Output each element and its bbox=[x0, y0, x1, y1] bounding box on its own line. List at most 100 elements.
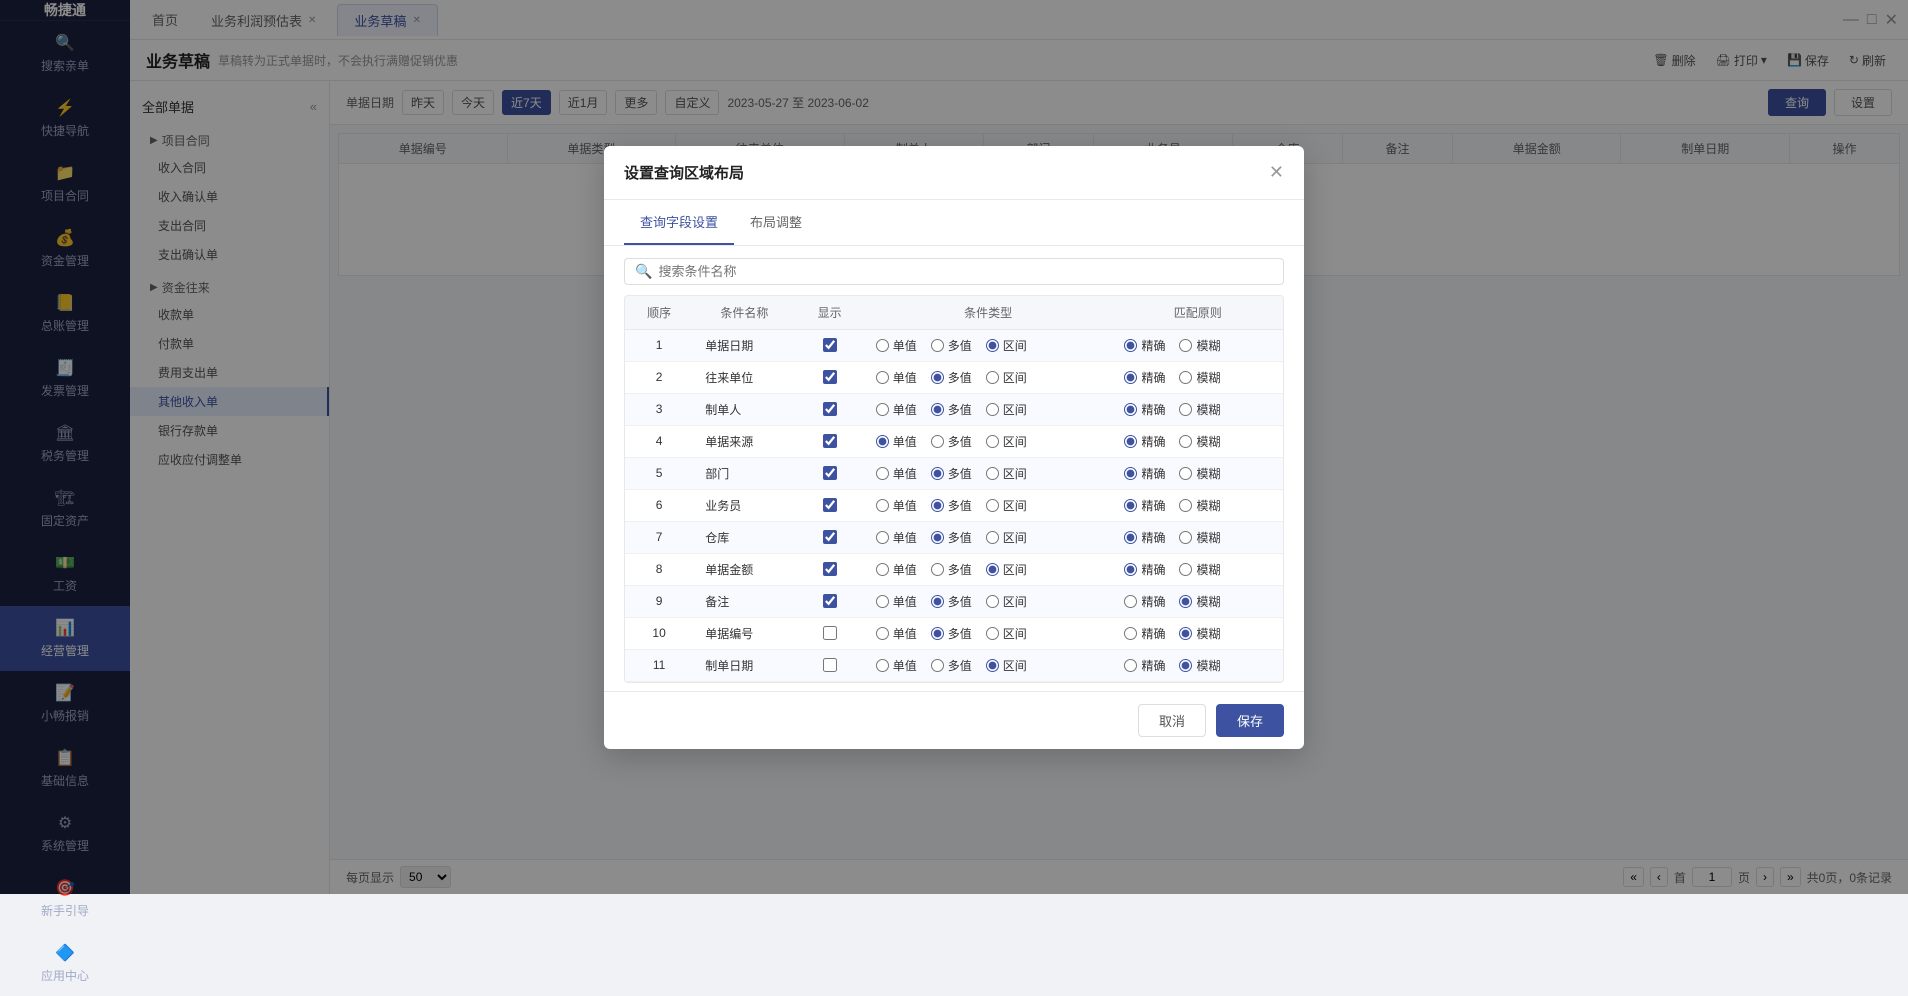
type-single-label-1[interactable]: 单值 bbox=[876, 337, 917, 354]
match-exact-radio-3[interactable] bbox=[1124, 403, 1137, 416]
match-exact-radio-6[interactable] bbox=[1124, 499, 1137, 512]
match-fuzzy-label-2[interactable]: 模糊 bbox=[1179, 369, 1220, 386]
type-single-radio-9[interactable] bbox=[876, 595, 889, 608]
type-range-radio-8[interactable] bbox=[986, 563, 999, 576]
match-exact-radio-7[interactable] bbox=[1124, 531, 1137, 544]
match-exact-radio-4[interactable] bbox=[1124, 435, 1137, 448]
type-single-radio-4[interactable] bbox=[876, 435, 889, 448]
match-fuzzy-label-10[interactable]: 模糊 bbox=[1179, 625, 1220, 642]
type-range-radio-6[interactable] bbox=[986, 499, 999, 512]
type-range-radio-9[interactable] bbox=[986, 595, 999, 608]
type-range-radio-10[interactable] bbox=[986, 627, 999, 640]
match-exact-label-8[interactable]: 精确 bbox=[1124, 561, 1165, 578]
type-range-label-8[interactable]: 区间 bbox=[986, 561, 1027, 578]
type-multi-label-1[interactable]: 多值 bbox=[931, 337, 972, 354]
type-multi-radio-9[interactable] bbox=[931, 595, 944, 608]
type-range-label-3[interactable]: 区间 bbox=[986, 401, 1027, 418]
sidebar-item-app[interactable]: 🔷 应用中心 bbox=[0, 931, 130, 996]
match-fuzzy-radio-2[interactable] bbox=[1179, 371, 1192, 384]
type-range-label-5[interactable]: 区间 bbox=[986, 465, 1027, 482]
type-single-radio-2[interactable] bbox=[876, 371, 889, 384]
match-fuzzy-label-8[interactable]: 模糊 bbox=[1179, 561, 1220, 578]
type-multi-label-8[interactable]: 多值 bbox=[931, 561, 972, 578]
type-range-label-6[interactable]: 区间 bbox=[986, 497, 1027, 514]
match-fuzzy-radio-6[interactable] bbox=[1179, 499, 1192, 512]
match-fuzzy-radio-5[interactable] bbox=[1179, 467, 1192, 480]
type-single-radio-10[interactable] bbox=[876, 627, 889, 640]
cancel-button[interactable]: 取消 bbox=[1138, 704, 1206, 737]
show-checkbox-9[interactable] bbox=[823, 594, 837, 608]
match-exact-radio-2[interactable] bbox=[1124, 371, 1137, 384]
match-fuzzy-label-1[interactable]: 模糊 bbox=[1179, 337, 1220, 354]
type-multi-label-4[interactable]: 多值 bbox=[931, 433, 972, 450]
match-exact-radio-8[interactable] bbox=[1124, 563, 1137, 576]
type-multi-radio-10[interactable] bbox=[931, 627, 944, 640]
show-checkbox-10[interactable] bbox=[823, 626, 837, 640]
match-exact-label-5[interactable]: 精确 bbox=[1124, 465, 1165, 482]
type-multi-label-7[interactable]: 多值 bbox=[931, 529, 972, 546]
type-multi-label-9[interactable]: 多值 bbox=[931, 593, 972, 610]
type-multi-radio-1[interactable] bbox=[931, 339, 944, 352]
show-checkbox-4[interactable] bbox=[823, 434, 837, 448]
match-fuzzy-radio-4[interactable] bbox=[1179, 435, 1192, 448]
type-multi-radio-6[interactable] bbox=[931, 499, 944, 512]
type-single-radio-8[interactable] bbox=[876, 563, 889, 576]
type-single-label-5[interactable]: 单值 bbox=[876, 465, 917, 482]
match-exact-radio-11[interactable] bbox=[1124, 659, 1137, 672]
type-single-radio-3[interactable] bbox=[876, 403, 889, 416]
type-multi-label-3[interactable]: 多值 bbox=[931, 401, 972, 418]
match-exact-radio-9[interactable] bbox=[1124, 595, 1137, 608]
type-single-label-8[interactable]: 单值 bbox=[876, 561, 917, 578]
match-exact-label-2[interactable]: 精确 bbox=[1124, 369, 1165, 386]
dialog-save-button[interactable]: 保存 bbox=[1216, 704, 1284, 737]
type-single-radio-5[interactable] bbox=[876, 467, 889, 480]
match-exact-radio-10[interactable] bbox=[1124, 627, 1137, 640]
match-fuzzy-radio-10[interactable] bbox=[1179, 627, 1192, 640]
type-multi-label-5[interactable]: 多值 bbox=[931, 465, 972, 482]
type-range-radio-5[interactable] bbox=[986, 467, 999, 480]
type-range-label-2[interactable]: 区间 bbox=[986, 369, 1027, 386]
type-single-label-6[interactable]: 单值 bbox=[876, 497, 917, 514]
type-single-radio-1[interactable] bbox=[876, 339, 889, 352]
type-single-label-3[interactable]: 单值 bbox=[876, 401, 917, 418]
match-exact-label-7[interactable]: 精确 bbox=[1124, 529, 1165, 546]
match-fuzzy-label-7[interactable]: 模糊 bbox=[1179, 529, 1220, 546]
type-range-label-9[interactable]: 区间 bbox=[986, 593, 1027, 610]
match-fuzzy-radio-9[interactable] bbox=[1179, 595, 1192, 608]
type-single-radio-6[interactable] bbox=[876, 499, 889, 512]
type-single-radio-7[interactable] bbox=[876, 531, 889, 544]
type-range-radio-2[interactable] bbox=[986, 371, 999, 384]
match-fuzzy-radio-11[interactable] bbox=[1179, 659, 1192, 672]
show-checkbox-1[interactable] bbox=[823, 338, 837, 352]
match-fuzzy-label-5[interactable]: 模糊 bbox=[1179, 465, 1220, 482]
match-fuzzy-label-4[interactable]: 模糊 bbox=[1179, 433, 1220, 450]
type-multi-label-6[interactable]: 多值 bbox=[931, 497, 972, 514]
type-multi-radio-11[interactable] bbox=[931, 659, 944, 672]
type-single-label-10[interactable]: 单值 bbox=[876, 625, 917, 642]
type-range-radio-4[interactable] bbox=[986, 435, 999, 448]
match-exact-label-1[interactable]: 精确 bbox=[1124, 337, 1165, 354]
match-fuzzy-radio-1[interactable] bbox=[1179, 339, 1192, 352]
match-exact-radio-5[interactable] bbox=[1124, 467, 1137, 480]
type-single-label-2[interactable]: 单值 bbox=[876, 369, 917, 386]
type-range-label-7[interactable]: 区间 bbox=[986, 529, 1027, 546]
match-exact-label-11[interactable]: 精确 bbox=[1124, 657, 1165, 674]
dialog-search-input[interactable] bbox=[658, 264, 1273, 279]
show-checkbox-7[interactable] bbox=[823, 530, 837, 544]
type-multi-radio-2[interactable] bbox=[931, 371, 944, 384]
type-range-label-10[interactable]: 区间 bbox=[986, 625, 1027, 642]
type-multi-radio-5[interactable] bbox=[931, 467, 944, 480]
type-single-label-11[interactable]: 单值 bbox=[876, 657, 917, 674]
tab-field-settings[interactable]: 查询字段设置 bbox=[624, 200, 734, 245]
match-fuzzy-radio-7[interactable] bbox=[1179, 531, 1192, 544]
match-exact-label-3[interactable]: 精确 bbox=[1124, 401, 1165, 418]
match-fuzzy-radio-8[interactable] bbox=[1179, 563, 1192, 576]
match-exact-label-4[interactable]: 精确 bbox=[1124, 433, 1165, 450]
type-multi-label-11[interactable]: 多值 bbox=[931, 657, 972, 674]
show-checkbox-2[interactable] bbox=[823, 370, 837, 384]
type-range-label-4[interactable]: 区间 bbox=[986, 433, 1027, 450]
match-exact-label-6[interactable]: 精确 bbox=[1124, 497, 1165, 514]
type-range-radio-7[interactable] bbox=[986, 531, 999, 544]
match-exact-label-10[interactable]: 精确 bbox=[1124, 625, 1165, 642]
tab-layout-adjust[interactable]: 布局调整 bbox=[734, 200, 818, 245]
